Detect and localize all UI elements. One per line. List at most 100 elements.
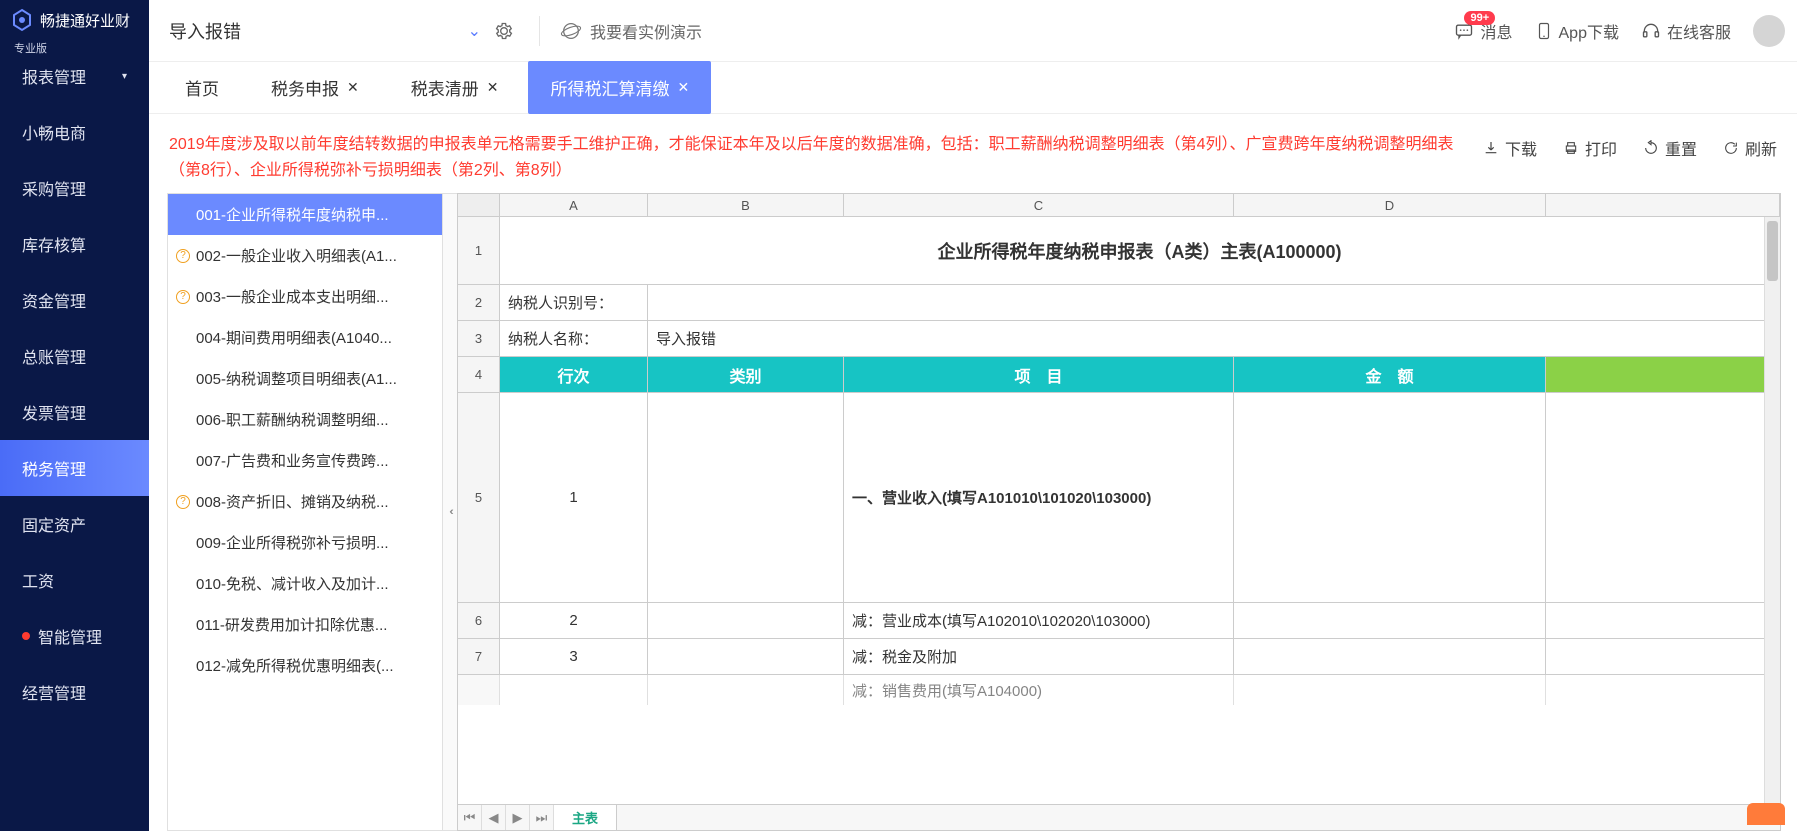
avatar[interactable]	[1753, 15, 1785, 47]
cell[interactable]	[500, 675, 648, 705]
sidebar-item-tax[interactable]: 税务管理	[0, 440, 149, 496]
col-header[interactable]: B	[648, 194, 844, 216]
sidebar-item-ecommerce[interactable]: 小畅电商	[0, 104, 149, 160]
customer-service-button[interactable]: 在线客服	[1641, 19, 1731, 43]
cell[interactable]: 减：销售费用(填写A104000)	[844, 675, 1234, 705]
cell[interactable]	[1546, 675, 1780, 705]
sheet-title-cell[interactable]: 企业所得税年度纳税申报表（A类）主表(A100000)	[500, 217, 1780, 284]
warning-text: 2019年度涉及取以前年度结转数据的申报表单元格需要手工维护正确，才能保证本年及…	[169, 132, 1463, 183]
cell[interactable]	[648, 393, 844, 602]
sheet-list-item[interactable]: 001-企业所得税年度纳税申...	[168, 194, 442, 235]
download-button[interactable]: 下载	[1483, 136, 1537, 160]
context-dropdown-icon[interactable]: ⌄	[468, 21, 481, 41]
messages-button[interactable]: 99+ 消息	[1454, 19, 1512, 43]
sidebar-item-inventory[interactable]: 库存核算	[0, 216, 149, 272]
warning-icon: ?	[176, 290, 190, 304]
row-header[interactable]: 2	[458, 285, 500, 320]
sheet-list-item[interactable]: 011-研发费用加计扣除优惠...	[168, 604, 442, 645]
sidebar-item-invoice[interactable]: 发票管理	[0, 384, 149, 440]
reset-button[interactable]: 重置	[1643, 136, 1697, 160]
cell[interactable]: 1	[500, 393, 648, 602]
sidebar-item-assets[interactable]: 固定资产	[0, 496, 149, 552]
row-header[interactable]: 3	[458, 321, 500, 356]
table-header-cell[interactable]: 类别	[648, 357, 844, 392]
cell[interactable]	[1234, 639, 1546, 674]
row-header[interactable]: 4	[458, 357, 500, 392]
sidebar-item-salary[interactable]: 工资	[0, 552, 149, 608]
cell[interactable]: 纳税人名称：	[500, 321, 648, 356]
cell[interactable]	[1234, 675, 1546, 705]
table-header-cell[interactable]: 金 额	[1234, 357, 1546, 392]
cell[interactable]: 3	[500, 639, 648, 674]
sidebar-item-purchase[interactable]: 采购管理	[0, 160, 149, 216]
row-header[interactable]: 7	[458, 639, 500, 674]
cell[interactable]	[648, 285, 1780, 320]
row-header[interactable]: 6	[458, 603, 500, 638]
sheet-list-item[interactable]: 012-减免所得税优惠明细表(...	[168, 645, 442, 686]
tab-tax-declare[interactable]: 税务申报✕	[249, 61, 381, 114]
col-header[interactable]	[1546, 194, 1780, 216]
table-header-cell[interactable]: 行次	[500, 357, 648, 392]
settings-button[interactable]	[489, 16, 519, 46]
scrollbar-thumb[interactable]	[1767, 221, 1778, 281]
cell[interactable]	[648, 603, 844, 638]
chevron-down-icon: ▾	[122, 71, 127, 82]
cell[interactable]	[1546, 393, 1780, 602]
col-header[interactable]: A	[500, 194, 648, 216]
sheet-list-item[interactable]: 004-期间费用明细表(A1040...	[168, 317, 442, 358]
sheet-tab[interactable]: 主表	[554, 805, 617, 830]
sheet-list-item[interactable]: ?008-资产折旧、摊销及纳税...	[168, 481, 442, 522]
tab-tax-register[interactable]: 税表清册✕	[389, 61, 521, 114]
sheet-list-item[interactable]: 010-免税、减计收入及加计...	[168, 563, 442, 604]
close-icon[interactable]: ✕	[487, 79, 499, 96]
row-header[interactable]: 5	[458, 393, 500, 602]
sidebar-item-ledger[interactable]: 总账管理	[0, 328, 149, 384]
vertical-scrollbar[interactable]	[1764, 217, 1780, 804]
sheet-list-item[interactable]: 007-广告费和业务宣传费跨...	[168, 440, 442, 481]
sheet-nav-prev[interactable]: ◀	[482, 805, 506, 830]
cell[interactable]	[1546, 639, 1780, 674]
cell[interactable]: 2	[500, 603, 648, 638]
table-header-cell[interactable]	[1546, 357, 1780, 392]
cell[interactable]: 减：营业成本(填写A102010\102020\103000)	[844, 603, 1234, 638]
sheet-list-item[interactable]: 006-职工薪酬纳税调整明细...	[168, 399, 442, 440]
cell[interactable]	[648, 675, 844, 705]
brand-logo-icon	[10, 8, 34, 32]
tab-income-tax-settlement[interactable]: 所得税汇算清缴✕	[528, 61, 711, 114]
cell[interactable]	[1234, 393, 1546, 602]
cell[interactable]: 减：税金及附加	[844, 639, 1234, 674]
collapse-handle[interactable]: ‹‹	[443, 193, 457, 831]
sheet-nav-next[interactable]: ▶	[506, 805, 530, 830]
badge: 99+	[1464, 11, 1495, 25]
print-button[interactable]: 打印	[1563, 136, 1617, 160]
cell[interactable]	[1546, 603, 1780, 638]
sidebar-item-business[interactable]: 经营管理	[0, 664, 149, 720]
sheet-list-item[interactable]: 009-企业所得税弥补亏损明...	[168, 522, 442, 563]
close-icon[interactable]: ✕	[347, 79, 359, 96]
sidebar-item-partial[interactable]: 报表管理 ▾	[0, 64, 149, 104]
sheet-list-item[interactable]: 005-纳税调整项目明细表(A1...	[168, 358, 442, 399]
sheet-nav-first[interactable]: ⏮	[458, 805, 482, 830]
row-header[interactable]: 1	[458, 217, 500, 284]
cell[interactable]	[648, 639, 844, 674]
cell[interactable]: 导入报错	[648, 321, 1780, 356]
sheet-list-item[interactable]: ?003-一般企业成本支出明细...	[168, 276, 442, 317]
select-all-corner[interactable]	[458, 194, 500, 216]
app-download-button[interactable]: App下载	[1535, 19, 1619, 43]
col-header[interactable]: D	[1234, 194, 1546, 216]
sidebar-item-funds[interactable]: 资金管理	[0, 272, 149, 328]
sidebar-item-intelligence[interactable]: 智能管理	[0, 608, 149, 664]
floating-widget[interactable]	[1747, 803, 1785, 825]
row-header[interactable]	[458, 675, 500, 705]
refresh-button[interactable]: 刷新	[1723, 136, 1777, 160]
close-icon[interactable]: ✕	[677, 79, 689, 96]
tab-home[interactable]: 首页	[163, 61, 241, 114]
col-header[interactable]: C	[844, 194, 1234, 216]
sheet-list-item[interactable]: ?002-一般企业收入明细表(A1...	[168, 235, 442, 276]
demo-link[interactable]: 我要看实例演示	[560, 19, 702, 43]
cell[interactable]	[1234, 603, 1546, 638]
table-header-cell[interactable]: 项 目	[844, 357, 1234, 392]
cell[interactable]: 一、营业收入(填写A101010\101020\103000)	[844, 393, 1234, 602]
sheet-nav-last[interactable]: ⏭	[530, 805, 554, 830]
cell[interactable]: 纳税人识别号：	[500, 285, 648, 320]
